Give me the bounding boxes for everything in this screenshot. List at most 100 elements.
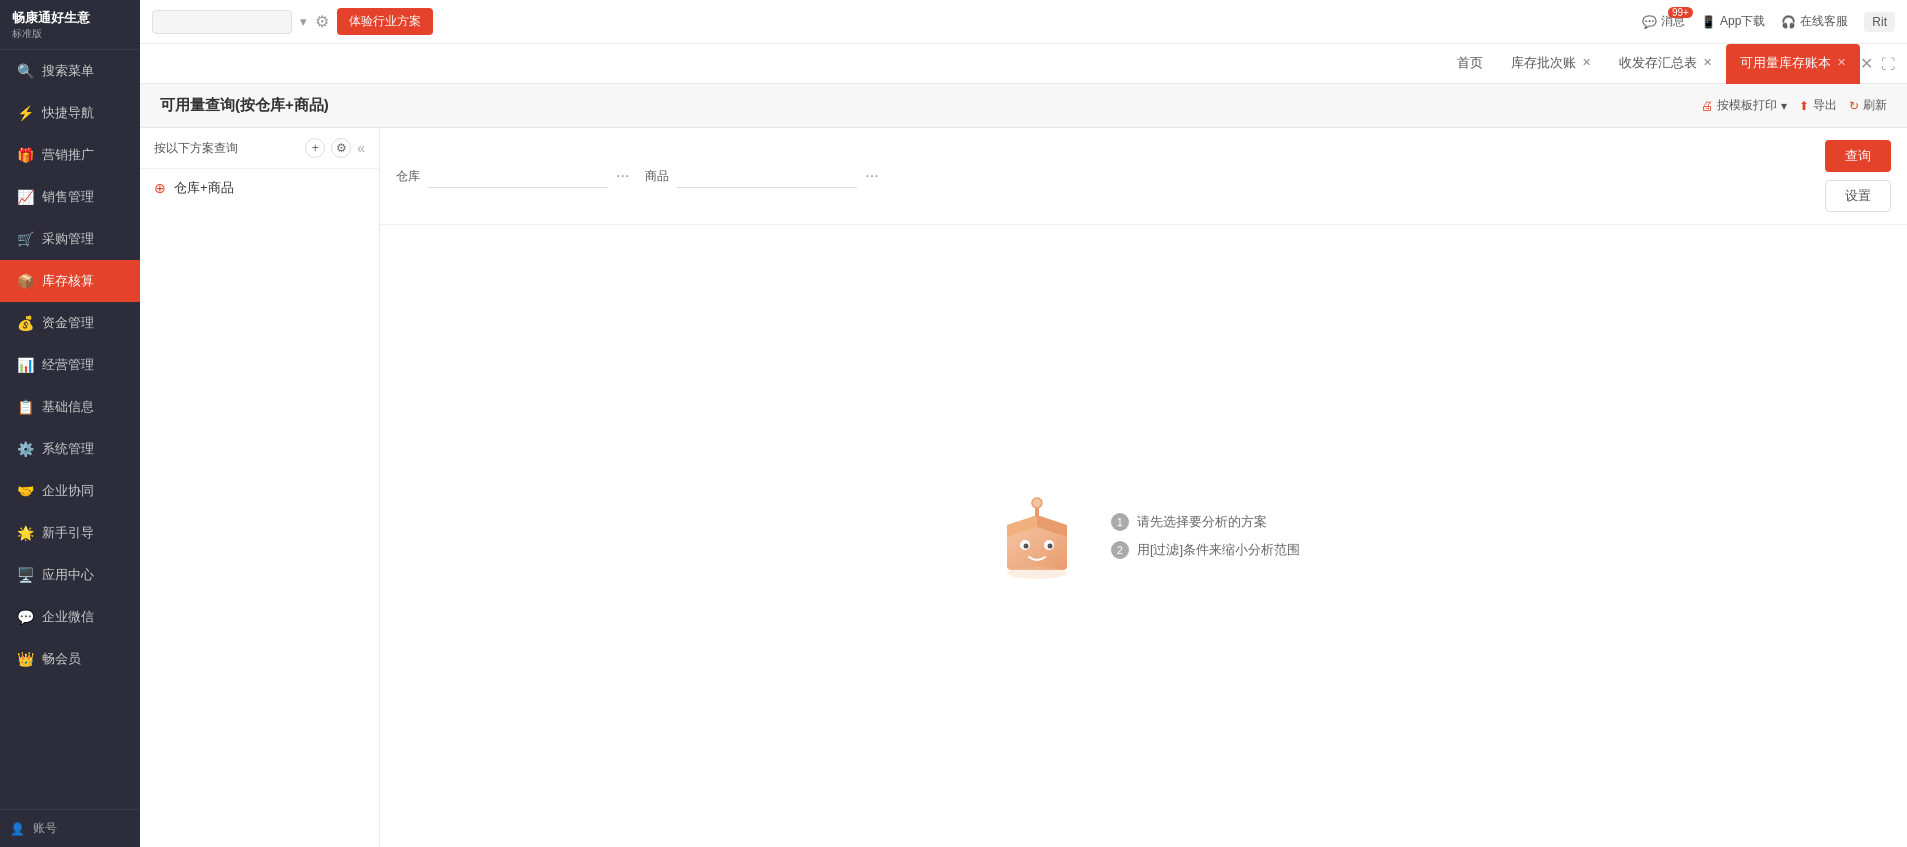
tab-receipt-summary[interactable]: 收发存汇总表✕	[1605, 44, 1726, 84]
sidebar-item-newbie[interactable]: 🌟 新手引导	[0, 512, 140, 554]
system-icon: ⚙️	[16, 440, 34, 458]
tab-close-receipt-summary[interactable]: ✕	[1703, 56, 1712, 69]
refresh-btn[interactable]: ↻ 刷新	[1849, 97, 1887, 114]
export-label: 导出	[1813, 97, 1837, 114]
sidebar-item-finance[interactable]: 💰 资金管理	[0, 302, 140, 344]
enterprise-icon: 🤝	[16, 482, 34, 500]
sidebar-logo: 畅康通好生意 标准版	[0, 0, 140, 50]
tab-label-batch-accounts: 库存批次账	[1511, 54, 1576, 72]
warehouse-input[interactable]	[428, 165, 608, 188]
page-header: 可用量查询(按仓库+商品) 🖨 按模板打印 ▾ ⬆ 导出 ↻ 刷新	[140, 84, 1907, 128]
close-window-btn[interactable]: ✕	[1860, 54, 1873, 73]
sidebar-item-wechat[interactable]: 💬 企业微信	[0, 596, 140, 638]
warehouse-filter: 仓库 ···	[396, 165, 629, 188]
sidebar-item-system[interactable]: ⚙️ 系统管理	[0, 428, 140, 470]
sidebar-item-member[interactable]: 👑 畅会员	[0, 638, 140, 680]
chevron-down-icon[interactable]: ▾	[300, 14, 307, 29]
online-service-btn[interactable]: 🎧 在线客服	[1781, 13, 1848, 30]
quick-nav-icon: ⚡	[16, 104, 34, 122]
refresh-icon: ↻	[1849, 99, 1859, 113]
warehouse-label: 仓库	[396, 168, 420, 185]
export-icon: ⬆	[1799, 99, 1809, 113]
tab-home[interactable]: 首页	[1443, 44, 1497, 84]
sidebar-item-quick-nav[interactable]: ⚡ 快捷导航	[0, 92, 140, 134]
operation-icon: 📊	[16, 356, 34, 374]
sidebar-label-search: 搜索菜单	[42, 62, 94, 80]
product-input[interactable]	[677, 165, 857, 188]
sidebar-label-inventory: 库存核算	[42, 272, 94, 290]
sidebar-item-apps[interactable]: 🖥️ 应用中心	[0, 554, 140, 596]
print-chevron-icon: ▾	[1781, 99, 1787, 113]
app-subtitle: 标准版	[12, 27, 128, 41]
sidebar-label-operation: 经营管理	[42, 356, 94, 374]
sidebar-label-newbie: 新手引导	[42, 524, 94, 542]
user-avatar[interactable]: Rit	[1864, 12, 1895, 32]
query-btn[interactable]: 查询	[1825, 140, 1891, 172]
sidebar-item-sales[interactable]: 📈 销售管理	[0, 176, 140, 218]
product-more-icon[interactable]: ···	[865, 167, 878, 185]
sidebar-label-wechat: 企业微信	[42, 608, 94, 626]
page-header-actions: 🖨 按模板打印 ▾ ⬆ 导出 ↻ 刷新	[1701, 97, 1887, 114]
app-download-label: App下载	[1720, 13, 1765, 30]
basic-icon: 📋	[16, 398, 34, 416]
sidebar-item-marketing[interactable]: 🎁 营销推广	[0, 134, 140, 176]
sidebar-item-search[interactable]: 🔍 搜索菜单	[0, 50, 140, 92]
settings-btn[interactable]: 设置	[1825, 180, 1891, 212]
finance-icon: 💰	[16, 314, 34, 332]
inventory-icon: 📦	[16, 272, 34, 290]
tip-text-2: 用[过滤]条件来缩小分析范围	[1137, 541, 1300, 559]
product-filter: 商品 ···	[645, 165, 878, 188]
left-panel-action-btns: + ⚙ «	[305, 138, 365, 158]
sidebar-nav: 🔍 搜索菜单 ⚡ 快捷导航 🎁 营销推广 📈 销售管理 🛒 采购管理 📦 库存核…	[0, 50, 140, 809]
tab-close-available-ledger[interactable]: ✕	[1837, 56, 1846, 69]
svg-point-5	[1023, 543, 1028, 548]
tab-available-ledger[interactable]: 可用量库存账本✕	[1726, 44, 1860, 84]
app-title: 畅康通好生意	[12, 10, 128, 27]
tip-num-2: 2	[1111, 541, 1129, 559]
sidebar-label-purchase: 采购管理	[42, 230, 94, 248]
sidebar-bottom-icon: 👤	[10, 822, 25, 836]
message-btn[interactable]: 💬 消息 99+	[1642, 13, 1685, 30]
settings-scheme-btn[interactable]: ⚙	[331, 138, 351, 158]
sidebar-label-finance: 资金管理	[42, 314, 94, 332]
left-panel-header: 按以下方案查询 + ⚙ «	[140, 128, 379, 169]
sidebar-item-basic[interactable]: 📋 基础信息	[0, 386, 140, 428]
export-btn[interactable]: ⬆ 导出	[1799, 97, 1837, 114]
sidebar-label-member: 畅会员	[42, 650, 81, 668]
tip-num-1: 1	[1111, 513, 1129, 531]
sidebar: 畅康通好生意 标准版 🔍 搜索菜单 ⚡ 快捷导航 🎁 营销推广 📈 销售管理 🛒…	[0, 0, 140, 847]
search-input[interactable]	[152, 10, 292, 34]
sidebar-bottom[interactable]: 👤 账号	[0, 809, 140, 847]
sidebar-label-apps: 应用中心	[42, 566, 94, 584]
sidebar-item-purchase[interactable]: 🛒 采购管理	[0, 218, 140, 260]
message-badge: 99+	[1668, 7, 1693, 18]
gear-icon[interactable]: ⚙	[315, 12, 329, 31]
sidebar-item-enterprise[interactable]: 🤝 企业协同	[0, 470, 140, 512]
sidebar-label-quick-nav: 快捷导航	[42, 104, 94, 122]
warehouse-more-icon[interactable]: ···	[616, 167, 629, 185]
empty-svg-icon	[987, 485, 1087, 585]
app-download-btn[interactable]: 📱 App下载	[1701, 13, 1765, 30]
tab-close-batch-accounts[interactable]: ✕	[1582, 56, 1591, 69]
sidebar-label-enterprise: 企业协同	[42, 482, 94, 500]
marketing-icon: 🎁	[16, 146, 34, 164]
apps-icon: 🖥️	[16, 566, 34, 584]
add-scheme-btn[interactable]: +	[305, 138, 325, 158]
topbar-right: 💬 消息 99+ 📱 App下载 🎧 在线客服 Rit	[1642, 12, 1895, 32]
empty-tip-1: 1 请先选择要分析的方案	[1111, 513, 1300, 531]
tab-batch-accounts[interactable]: 库存批次账 ✕	[1497, 44, 1605, 84]
scheme-icon: ⊕	[154, 180, 166, 196]
topbar: ▾ ⚙ 体验行业方案 💬 消息 99+ 📱 App下载 🎧 在线客服 Rit	[140, 0, 1907, 44]
sidebar-label-marketing: 营销推广	[42, 146, 94, 164]
industry-btn[interactable]: 体验行业方案	[337, 8, 433, 35]
scheme-item-warehouse-product[interactable]: ⊕ 仓库+商品	[140, 169, 379, 207]
phone-icon: 📱	[1701, 15, 1716, 29]
expand-btn[interactable]: ⛶	[1881, 56, 1895, 72]
page-title: 可用量查询(按仓库+商品)	[160, 96, 329, 115]
collapse-panel-btn[interactable]: «	[357, 140, 365, 156]
sidebar-item-operation[interactable]: 📊 经营管理	[0, 344, 140, 386]
sidebar-item-inventory[interactable]: 📦 库存核算	[0, 260, 140, 302]
print-label: 按模板打印	[1717, 97, 1777, 114]
scheme-item-label: 仓库+商品	[174, 179, 234, 197]
print-btn[interactable]: 🖨 按模板打印 ▾	[1701, 97, 1787, 114]
